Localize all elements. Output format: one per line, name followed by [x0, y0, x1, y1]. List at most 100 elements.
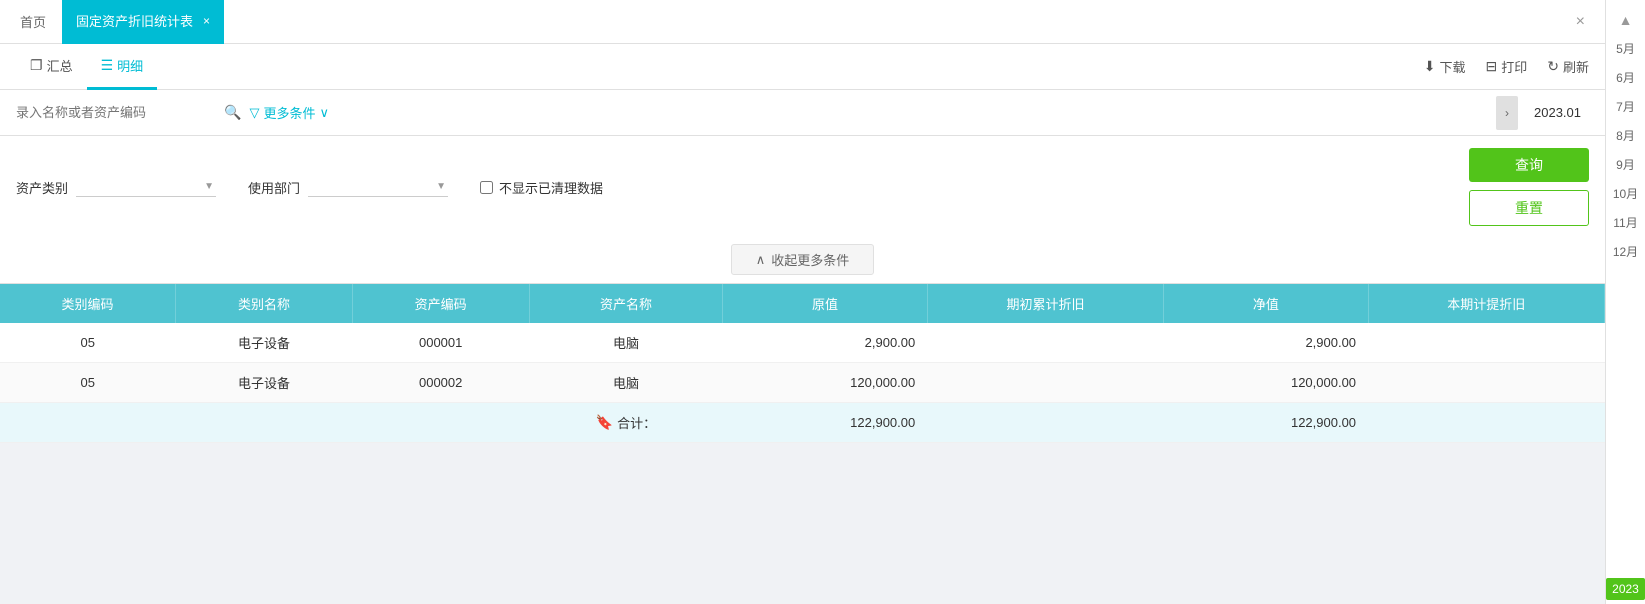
refresh-button[interactable]: ↻ 刷新: [1547, 57, 1589, 76]
refresh-icon: ↻: [1547, 58, 1559, 75]
sidebar-up-nav[interactable]: ▲: [1619, 8, 1633, 32]
tab-summary[interactable]: ❐ 汇总: [16, 44, 87, 90]
total-label-cell: [0, 403, 529, 443]
sidebar-month-item[interactable]: 9月: [1613, 150, 1638, 179]
close-window-button[interactable]: ×: [1568, 9, 1593, 35]
filter-icon: ▽: [249, 105, 259, 121]
hide-cleared-label: 不显示已清理数据: [499, 178, 603, 197]
collapse-icon: ∧: [756, 252, 766, 268]
total-acc-dep: [927, 403, 1163, 443]
print-label: 打印: [1501, 57, 1527, 76]
col-category-code: 类别编码: [0, 284, 176, 323]
more-filter-button[interactable]: ▽ 更多条件 ∨: [249, 103, 329, 122]
collapse-btn-inner: ∧ 收起更多条件: [731, 244, 875, 275]
asset-category-label: 资产类别: [16, 178, 68, 197]
filter-panel: 资产类别 ▼ 使用部门 ▼ 不显示已清理数: [0, 136, 1605, 284]
reset-button[interactable]: 重置: [1469, 190, 1589, 226]
toolbar: ❐ 汇总 ☰ 明细 ⬇ 下载 ⊟ 打印 ↻ 刷新: [0, 44, 1605, 90]
cell-cat-name: 电子设备: [176, 323, 353, 363]
total-curr-dep: [1368, 403, 1604, 443]
active-tab-label: 固定资产折旧统计表: [76, 11, 193, 30]
download-button[interactable]: ⬇ 下载: [1424, 57, 1466, 76]
top-nav: 首页 固定资产折旧统计表 × ×: [0, 0, 1605, 44]
asset-category-select-wrapper: ▼: [76, 177, 216, 197]
department-filter: 使用部门 ▼: [248, 177, 448, 197]
total-label: 🔖合计：: [529, 403, 723, 443]
table-row: 05 电子设备 000001 电脑 2,900.00 2,900.00: [0, 323, 1605, 363]
cell-original-value: 120,000.00: [723, 363, 927, 403]
total-net-value: 122,900.00: [1164, 403, 1368, 443]
data-table: 类别编码 类别名称 资产编码 资产名称 原值 期初累计折旧 净值 本期计提折旧 …: [0, 284, 1605, 443]
more-filter-label: 更多条件: [263, 103, 315, 122]
tab-detail[interactable]: ☰ 明细: [87, 44, 158, 90]
col-acc-depreciation: 期初累计折旧: [927, 284, 1163, 323]
cell-cat-code: 05: [0, 363, 176, 403]
tab-summary-label: 汇总: [47, 56, 73, 75]
right-sidebar: ▲ 5月6月7月8月9月10月11月12月 2023: [1605, 0, 1645, 604]
cell-net-value: 120,000.00: [1164, 363, 1368, 403]
col-original-value: 原值: [723, 284, 927, 323]
hide-cleared-checkbox[interactable]: [480, 181, 493, 194]
asset-category-filter: 资产类别 ▼: [16, 177, 216, 197]
col-asset-name: 资产名称: [529, 284, 723, 323]
download-label: 下载: [1439, 57, 1465, 76]
cell-cat-code: 05: [0, 323, 176, 363]
sidebar-month-item[interactable]: 12月: [1613, 237, 1638, 266]
print-icon: ⊟: [1486, 58, 1498, 75]
col-current-depreciation: 本期计提折旧: [1368, 284, 1604, 323]
sidebar-year: 2023: [1606, 578, 1645, 600]
query-button[interactable]: 查询: [1469, 148, 1589, 182]
toolbar-right: ⬇ 下载 ⊟ 打印 ↻ 刷新: [1424, 57, 1589, 76]
collapse-button[interactable]: ∧ 收起更多条件: [16, 236, 1589, 283]
sidebar-month-item[interactable]: 7月: [1613, 92, 1638, 121]
month-list: 5月6月7月8月9月10月11月12月: [1613, 34, 1638, 266]
tab-detail-label: 明细: [117, 56, 143, 75]
sidebar-month-item[interactable]: 11月: [1613, 208, 1638, 237]
cell-curr-dep: [1368, 323, 1604, 363]
date-nav-arrow[interactable]: ›: [1496, 96, 1518, 130]
date-label: 2023.01: [1526, 105, 1589, 120]
chevron-down-icon: ∨: [319, 105, 329, 121]
detail-icon: ☰: [101, 57, 114, 74]
collapse-label: 收起更多条件: [771, 250, 849, 269]
cell-original-value: 2,900.00: [723, 323, 927, 363]
col-net-value: 净值: [1164, 284, 1368, 323]
cell-asset-name: 电脑: [529, 363, 723, 403]
asset-category-select[interactable]: [76, 177, 216, 196]
hide-cleared-filter: 不显示已清理数据: [480, 178, 603, 197]
col-category-name: 类别名称: [176, 284, 353, 323]
col-asset-code: 资产编码: [352, 284, 529, 323]
cell-acc-dep: [927, 363, 1163, 403]
department-label: 使用部门: [248, 178, 300, 197]
search-bar: 🔍 ▽ 更多条件 ∨ › 2023.01: [0, 90, 1605, 136]
cell-asset-name: 电脑: [529, 323, 723, 363]
cell-cat-name: 电子设备: [176, 363, 353, 403]
table-total-row: 🔖合计： 122,900.00 122,900.00: [0, 403, 1605, 443]
download-icon: ⬇: [1424, 58, 1436, 75]
department-select[interactable]: [308, 177, 448, 196]
table-row: 05 电子设备 000002 电脑 120,000.00 120,000.00: [0, 363, 1605, 403]
cell-acc-dep: [927, 323, 1163, 363]
search-input[interactable]: [16, 105, 216, 120]
cell-asset-code: 000001: [352, 323, 529, 363]
nav-home[interactable]: 首页: [12, 12, 54, 31]
summary-icon: ❐: [30, 57, 43, 74]
search-icon[interactable]: 🔍: [224, 104, 241, 121]
total-original-value: 122,900.00: [723, 403, 927, 443]
sidebar-month-item[interactable]: 5月: [1613, 34, 1638, 63]
refresh-label: 刷新: [1563, 57, 1589, 76]
active-tab[interactable]: 固定资产折旧统计表 ×: [62, 0, 224, 44]
table-container: 类别编码 类别名称 资产编码 资产名称 原值 期初累计折旧 净值 本期计提折旧 …: [0, 284, 1605, 604]
cell-asset-code: 000002: [352, 363, 529, 403]
print-button[interactable]: ⊟ 打印: [1486, 57, 1528, 76]
department-select-wrapper: ▼: [308, 177, 448, 197]
close-tab-icon[interactable]: ×: [203, 14, 210, 28]
filter-actions: 查询 重置: [1469, 148, 1589, 226]
cell-net-value: 2,900.00: [1164, 323, 1368, 363]
sidebar-month-item[interactable]: 6月: [1613, 63, 1638, 92]
filter-row: 资产类别 ▼ 使用部门 ▼ 不显示已清理数: [16, 148, 1589, 236]
sidebar-month-item[interactable]: 10月: [1613, 179, 1638, 208]
sidebar-month-item[interactable]: 8月: [1613, 121, 1638, 150]
cell-curr-dep: [1368, 363, 1604, 403]
table-header-row: 类别编码 类别名称 资产编码 资产名称 原值 期初累计折旧 净值 本期计提折旧: [0, 284, 1605, 323]
